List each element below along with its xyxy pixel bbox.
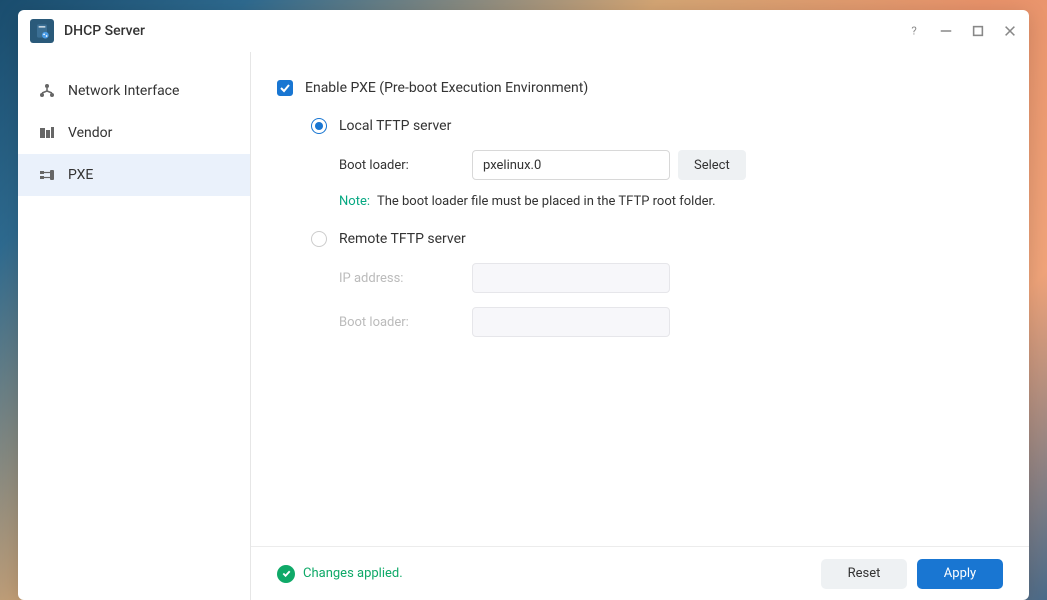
boot-loader-label: Boot loader: xyxy=(339,158,464,173)
remote-boot-loader-input xyxy=(472,307,670,337)
ip-address-input xyxy=(472,263,670,293)
main-body: Enable PXE (Pre-boot Execution Environme… xyxy=(251,80,1029,546)
content: Network Interface Vendor PXE xyxy=(18,52,1029,600)
remote-tftp-row: Remote TFTP server xyxy=(311,231,1003,247)
status: Changes applied. xyxy=(277,565,821,583)
app-title: DHCP Server xyxy=(64,23,907,39)
svg-text:?: ? xyxy=(911,24,916,38)
apply-button[interactable]: Apply xyxy=(917,559,1003,589)
success-icon xyxy=(277,565,295,583)
enable-pxe-row: Enable PXE (Pre-boot Execution Environme… xyxy=(277,80,1003,96)
sidebar-item-vendor[interactable]: Vendor xyxy=(18,112,250,154)
boot-loader-input[interactable] xyxy=(472,150,670,180)
local-tftp-label: Local TFTP server xyxy=(339,118,451,134)
enable-pxe-checkbox[interactable] xyxy=(277,80,293,96)
vendor-icon xyxy=(38,124,56,142)
note-text: The boot loader file must be placed in t… xyxy=(377,194,716,209)
close-button[interactable] xyxy=(1003,24,1017,38)
network-interface-icon xyxy=(38,82,56,100)
footer: Changes applied. Reset Apply xyxy=(251,546,1029,600)
app-icon xyxy=(30,19,54,43)
pxe-icon xyxy=(38,166,56,184)
note-row: Note: The boot loader file must be place… xyxy=(339,194,1003,209)
sidebar: Network Interface Vendor PXE xyxy=(18,52,251,600)
sidebar-item-pxe[interactable]: PXE xyxy=(18,154,250,196)
ip-address-row: IP address: xyxy=(339,263,1003,293)
remote-tftp-label: Remote TFTP server xyxy=(339,231,466,247)
sidebar-item-label: Network Interface xyxy=(68,83,179,99)
app-window: DHCP Server ? Network Interface xyxy=(18,10,1029,600)
note-prefix: Note: xyxy=(339,194,370,209)
status-text: Changes applied. xyxy=(303,566,403,581)
remote-tftp-radio[interactable] xyxy=(311,231,327,247)
main-panel: Enable PXE (Pre-boot Execution Environme… xyxy=(251,52,1029,600)
enable-pxe-label: Enable PXE (Pre-boot Execution Environme… xyxy=(305,80,588,96)
titlebar: DHCP Server ? xyxy=(18,10,1029,52)
remote-boot-loader-row: Boot loader: xyxy=(339,307,1003,337)
window-controls: ? xyxy=(907,24,1017,38)
ip-address-label: IP address: xyxy=(339,271,464,286)
help-button[interactable]: ? xyxy=(907,24,921,38)
reset-button[interactable]: Reset xyxy=(821,559,907,589)
footer-buttons: Reset Apply xyxy=(821,559,1003,589)
sidebar-item-network-interface[interactable]: Network Interface xyxy=(18,70,250,112)
local-tftp-radio[interactable] xyxy=(311,118,327,134)
minimize-button[interactable] xyxy=(939,24,953,38)
maximize-button[interactable] xyxy=(971,24,985,38)
boot-loader-row: Boot loader: Select xyxy=(339,150,1003,180)
local-tftp-row: Local TFTP server xyxy=(311,118,1003,134)
remote-boot-loader-label: Boot loader: xyxy=(339,315,464,330)
sidebar-item-label: PXE xyxy=(68,167,93,183)
sidebar-item-label: Vendor xyxy=(68,125,112,141)
select-button[interactable]: Select xyxy=(678,150,746,180)
